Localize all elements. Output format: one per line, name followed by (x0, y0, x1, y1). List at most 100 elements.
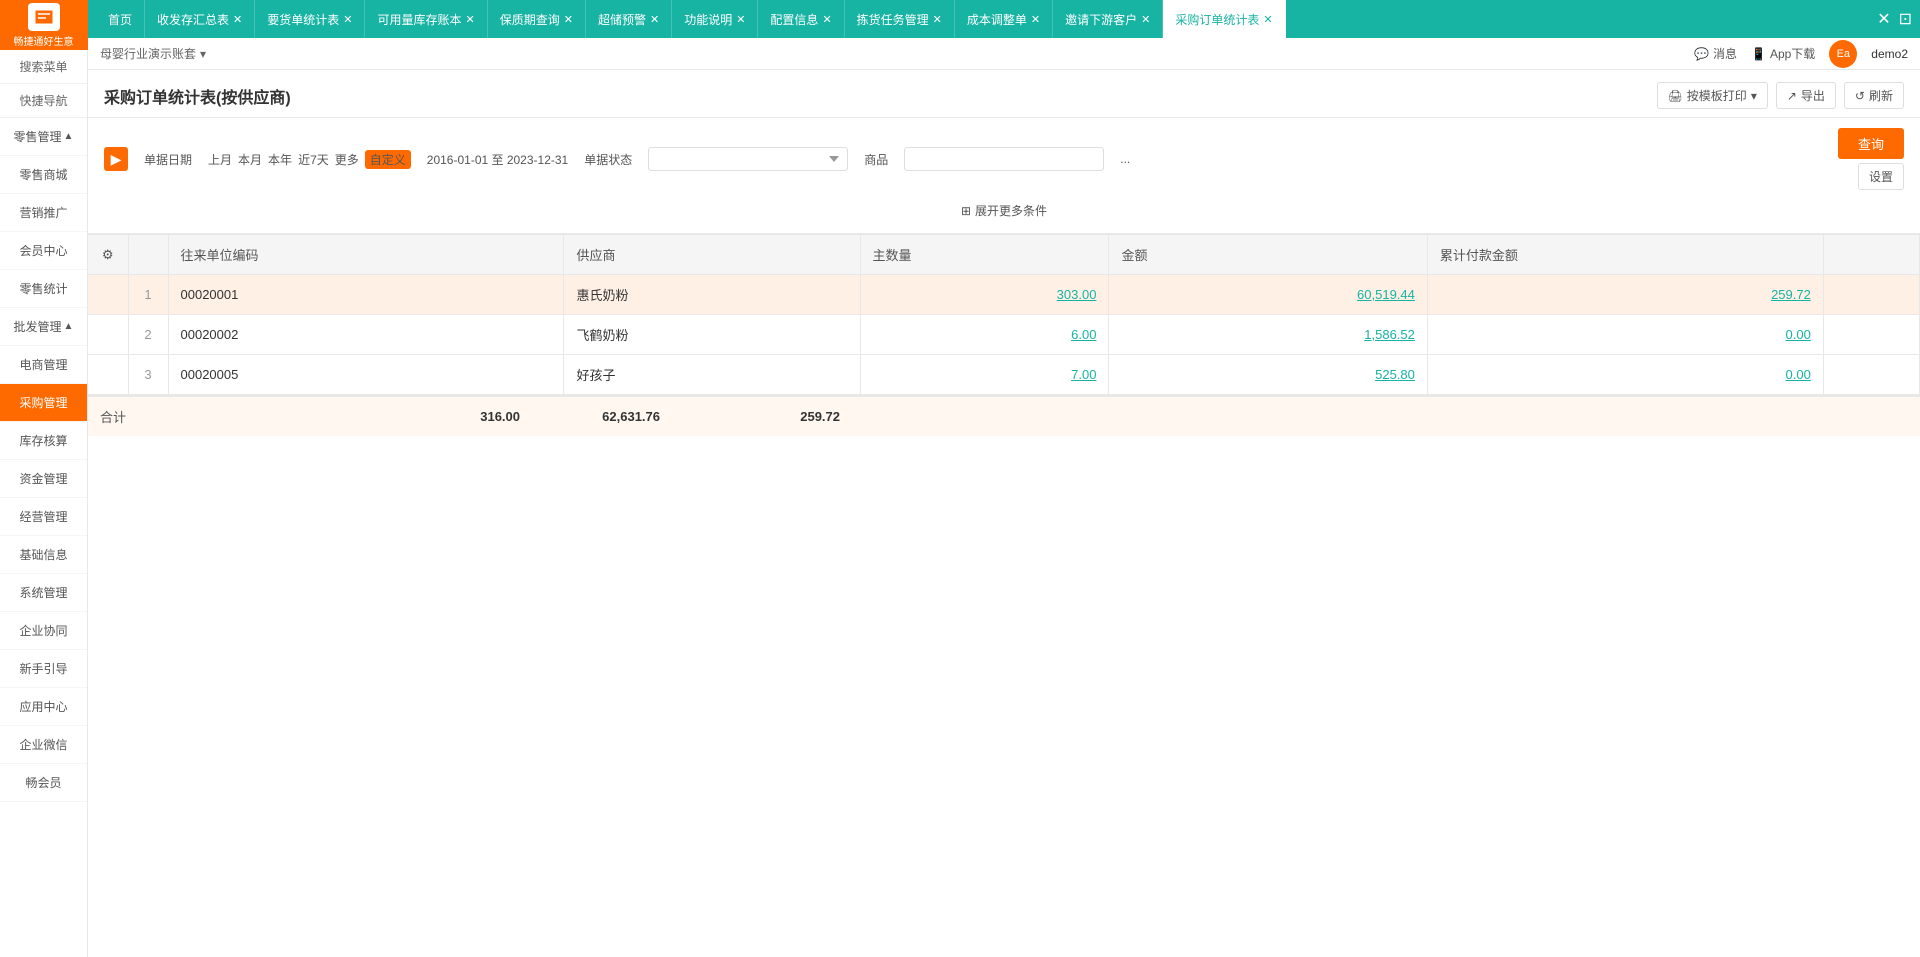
tab-close-icon[interactable]: ✕ (822, 13, 831, 26)
tab-close-icon[interactable]: ✕ (736, 13, 745, 26)
tab-label: 要货单统计表 (267, 11, 339, 28)
settings-button[interactable]: 设置 (1858, 163, 1904, 190)
sidebar-item-fund[interactable]: 资金管理 (0, 460, 87, 498)
date-option-last-month[interactable]: 上月 (208, 151, 232, 168)
sidebar-item-stat[interactable]: 零售统计 (0, 270, 87, 308)
maximize-window-button[interactable]: ⊡ (1899, 9, 1912, 29)
expand-icon: ▲ (64, 131, 74, 142)
date-option-this-year[interactable]: 本年 (268, 151, 292, 168)
sidebar-item-marketing[interactable]: 营销推广 (0, 194, 87, 232)
nav-tab-tab4[interactable]: 保质期查询✕ (488, 0, 586, 38)
search-button[interactable]: 查询 (1838, 128, 1904, 159)
table-header-row: ⚙ 往来单位编码 供应商 主数量 金额 累计付款金额 (88, 235, 1920, 275)
filter-toggle-button[interactable]: ▶ (104, 147, 128, 171)
nav-tab-tab1[interactable]: 收发存汇总表✕ (145, 0, 255, 38)
sidebar-label: 会员中心 (19, 242, 67, 259)
more-filters-button[interactable]: ... (1120, 152, 1130, 166)
row-gear[interactable] (88, 275, 128, 315)
nav-tab-home[interactable]: 首页 (96, 0, 145, 38)
row-extra (1823, 315, 1919, 355)
row-paid[interactable]: 259.72 (1427, 275, 1823, 315)
sidebar-item-retail[interactable]: 零售管理▲ (0, 118, 87, 156)
tab-close-icon[interactable]: ✕ (466, 13, 475, 26)
sidebar-item-base[interactable]: 基础信息 (0, 536, 87, 574)
close-window-button[interactable]: ✕ (1877, 9, 1890, 29)
template-print-label: 按模板打印 (1687, 87, 1747, 104)
row-paid[interactable]: 0.00 (1427, 355, 1823, 395)
tab-close-icon[interactable]: ✕ (343, 13, 352, 26)
status-select[interactable] (648, 147, 848, 171)
row-amount[interactable]: 525.80 (1109, 355, 1427, 395)
tab-close-icon[interactable]: ✕ (1031, 13, 1040, 26)
row-gear[interactable] (88, 315, 128, 355)
tab-close-icon[interactable]: ✕ (1141, 13, 1150, 26)
sidebar-item-member[interactable]: 会员中心 (0, 232, 87, 270)
export-button[interactable]: ↗ 导出 (1776, 82, 1836, 109)
page-header: 采购订单统计表(按供应商) 🖨 按模板打印 ▾ ↗ 导出 ↺ 刷新 (88, 70, 1920, 118)
nav-tab-tab10[interactable]: 邀请下游客户✕ (1053, 0, 1163, 38)
date-option-this-month[interactable]: 本月 (238, 151, 262, 168)
sidebar-item-mall[interactable]: 零售商城 (0, 156, 87, 194)
row-quantity[interactable]: 303.00 (860, 275, 1109, 315)
sidebar-item-quick[interactable]: 快捷导航 (0, 84, 87, 118)
sidebar-item-wechat[interactable]: 企业微信 (0, 726, 87, 764)
nav-tab-tab2[interactable]: 要货单统计表 ✕ (255, 0, 365, 38)
tab-close-icon[interactable]: ✕ (650, 13, 659, 26)
sidebar-item-wholesale[interactable]: 批发管理▲ (0, 308, 87, 346)
row-quantity[interactable]: 6.00 (860, 315, 1109, 355)
nav-tab-tab8[interactable]: 拣货任务管理 ✕ (845, 0, 955, 38)
tab-label: 拣货任务管理 (857, 11, 929, 28)
breadcrumb-dropdown[interactable]: 母婴行业演示账套 ▾ (100, 45, 206, 62)
goods-input[interactable] (904, 147, 1104, 171)
nav-tab-tab9[interactable]: 成本调整单✕ (955, 0, 1053, 38)
sidebar-item-stock[interactable]: 库存核算 (0, 422, 87, 460)
app-name: 畅捷通好生意 (14, 33, 74, 48)
tab-close-icon[interactable]: ✕ (1263, 13, 1272, 26)
sidebar-item-app[interactable]: 应用中心 (0, 688, 87, 726)
custom-date-badge[interactable]: 自定义 (365, 150, 411, 169)
sidebar-item-search[interactable]: 搜索菜单 (0, 50, 87, 84)
message-icon: 💬 (1694, 47, 1709, 61)
nav-tab-tab6[interactable]: 功能说明✕ (672, 0, 758, 38)
date-option-7days[interactable]: 近7天 (298, 151, 329, 168)
phone-icon: 📱 (1751, 47, 1766, 61)
tab-close-icon[interactable]: ✕ (233, 13, 242, 26)
row-amount[interactable]: 60,519.44 (1109, 275, 1427, 315)
sidebar-label: 零售商城 (19, 166, 67, 183)
sidebar-item-manage[interactable]: 经营管理 (0, 498, 87, 536)
sidebar-item-sys[interactable]: 系统管理 (0, 574, 87, 612)
sidebar-item-purchase[interactable]: 采购管理 (0, 384, 87, 422)
row-amount[interactable]: 1,586.52 (1109, 315, 1427, 355)
refresh-button[interactable]: ↺ 刷新 (1844, 82, 1904, 109)
breadcrumb-text: 母婴行业演示账套 (100, 45, 196, 62)
gear-header[interactable]: ⚙ (88, 235, 128, 275)
sidebar-item-ecom[interactable]: 电商管理 (0, 346, 87, 384)
nav-tab-tab3[interactable]: 可用量库存账本✕ (365, 0, 487, 38)
template-print-button[interactable]: 🖨 按模板打印 ▾ (1657, 82, 1768, 109)
table-row: 3 00020005 好孩子 7.00 525.80 0.00 (88, 355, 1920, 395)
row-paid[interactable]: 0.00 (1427, 315, 1823, 355)
nav-tab-tab5[interactable]: 超储预警✕ (586, 0, 672, 38)
sidebar-item-collab[interactable]: 企业协同 (0, 612, 87, 650)
app-download-button[interactable]: 📱 App下载 (1751, 45, 1815, 62)
row-quantity[interactable]: 7.00 (860, 355, 1109, 395)
paid-header: 累计付款金额 (1427, 235, 1823, 275)
user-name[interactable]: demo2 (1871, 47, 1908, 61)
sidebar-item-guide[interactable]: 新手引导 (0, 650, 87, 688)
tab-close-icon[interactable]: ✕ (933, 13, 942, 26)
row-gear[interactable] (88, 355, 128, 395)
sidebar-item-vip[interactable]: 畅会员 (0, 764, 87, 802)
footer-label: 合计 (100, 407, 390, 426)
date-option-more[interactable]: 更多 (335, 151, 359, 168)
nav-tab-tab7[interactable]: 配置信息✕ (758, 0, 844, 38)
logo-icon (28, 3, 60, 31)
sidebar-label: 基础信息 (19, 546, 67, 563)
message-button[interactable]: 💬 消息 (1694, 45, 1737, 62)
date-range-value[interactable]: 2016-01-01 至 2023-12-31 (427, 151, 568, 168)
filter-row-1: ▶ 单据日期 上月 本月 本年 近7天 更多 自定义 2016-01-01 至 … (104, 128, 1904, 190)
tab-close-icon[interactable]: ✕ (564, 13, 573, 26)
nav-tab-tab11[interactable]: 采购订单统计表✕ (1163, 0, 1285, 38)
expand-more-button[interactable]: ⊞ 展开更多条件 (961, 202, 1047, 219)
top-nav-bar: 首页收发存汇总表✕要货单统计表✕可用量库存账本✕保质期查询✕超储预警✕功能说明✕… (88, 0, 1920, 38)
expand-down-icon: ⊞ (961, 204, 971, 218)
